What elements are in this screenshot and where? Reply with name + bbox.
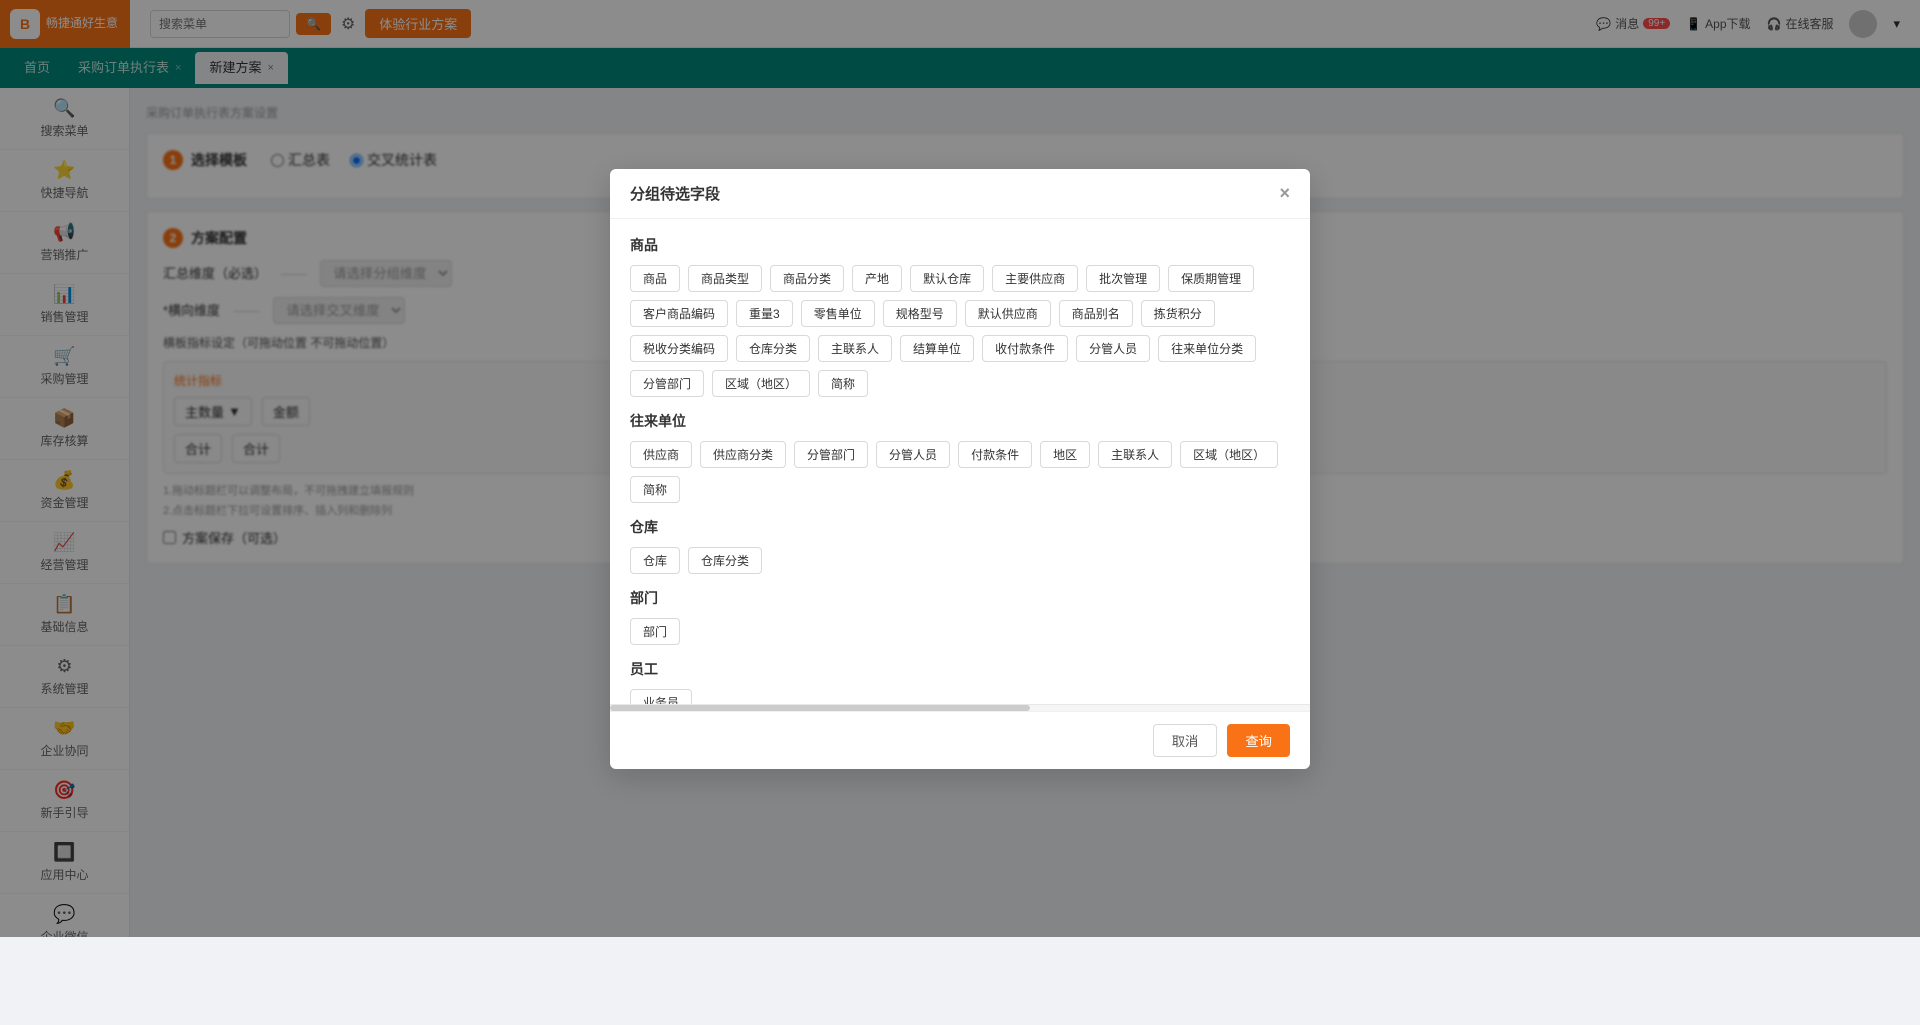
field-tag[interactable]: 商品类型 [688, 265, 762, 292]
field-tags-4: 业务员 [630, 689, 1290, 705]
field-tag[interactable]: 默认供应商 [965, 300, 1051, 327]
field-tag[interactable]: 分管部门 [794, 441, 868, 468]
field-tag[interactable]: 批次管理 [1086, 265, 1160, 292]
field-tag[interactable]: 规格型号 [883, 300, 957, 327]
horizontal-scrollbar-thumb [610, 705, 1030, 710]
confirm-button[interactable]: 查询 [1227, 724, 1290, 757]
field-group-title: 员工 [630, 659, 1290, 679]
field-tag[interactable]: 拣货积分 [1141, 300, 1215, 327]
field-group-title: 往来单位 [630, 411, 1290, 431]
field-tag[interactable]: 税收分类编码 [630, 335, 728, 362]
field-tag[interactable]: 收付款条件 [982, 335, 1068, 362]
field-tag[interactable]: 简称 [630, 476, 680, 503]
field-tag[interactable]: 往来单位分类 [1158, 335, 1256, 362]
modal-footer: 取消 查询 [610, 711, 1310, 769]
field-tag[interactable]: 商品 [630, 265, 680, 292]
field-tag[interactable]: 仓库分类 [688, 547, 762, 574]
field-tag[interactable]: 商品分类 [770, 265, 844, 292]
field-group-title: 部门 [630, 588, 1290, 608]
modal-header: 分组待选字段 × [610, 169, 1310, 219]
field-tags-0: 商品商品类型商品分类产地默认仓库主要供应商批次管理保质期管理客户商品编码重量3 零… [630, 265, 1290, 397]
field-tag[interactable]: 地区 [1040, 441, 1090, 468]
modal-overlay: 分组待选字段 × 商品商品商品类型商品分类产地默认仓库主要供应商批次管理保质期管… [0, 0, 1920, 937]
field-selection-modal: 分组待选字段 × 商品商品商品类型商品分类产地默认仓库主要供应商批次管理保质期管… [610, 169, 1310, 769]
field-tag[interactable]: 默认仓库 [910, 265, 984, 292]
field-tag[interactable]: 供应商分类 [700, 441, 786, 468]
field-tag[interactable]: 区域（地区） [1180, 441, 1278, 468]
field-tag[interactable]: 仓库分类 [736, 335, 810, 362]
field-tag[interactable]: 分管部门 [630, 370, 704, 397]
field-tag[interactable]: 保质期管理 [1168, 265, 1254, 292]
field-tags-2: 仓库仓库分类 [630, 547, 1290, 574]
field-tag[interactable]: 客户商品编码 [630, 300, 728, 327]
field-tag[interactable]: 供应商 [630, 441, 692, 468]
field-tag[interactable]: 分管人员 [1076, 335, 1150, 362]
modal-body: 商品商品商品类型商品分类产地默认仓库主要供应商批次管理保质期管理客户商品编码重量… [610, 219, 1310, 705]
field-tag[interactable]: 主要供应商 [992, 265, 1078, 292]
field-tag[interactable]: 部门 [630, 618, 680, 645]
field-tag[interactable]: 产地 [852, 265, 902, 292]
field-tag[interactable]: 业务员 [630, 689, 692, 705]
field-tags-1: 供应商供应商分类分管部门分管人员付款条件地区主联系人区域（地区） 简称 [630, 441, 1290, 503]
field-tag[interactable]: 分管人员 [876, 441, 950, 468]
field-tags-3: 部门 [630, 618, 1290, 645]
modal-horizontal-scrollbar[interactable] [610, 704, 1310, 710]
field-tag[interactable]: 重量3 [736, 300, 793, 327]
field-tag[interactable]: 结算单位 [900, 335, 974, 362]
field-tag[interactable]: 简称 [818, 370, 868, 397]
field-tag[interactable]: 付款条件 [958, 441, 1032, 468]
field-tag[interactable]: 主联系人 [818, 335, 892, 362]
field-tag[interactable]: 仓库 [630, 547, 680, 574]
modal-title: 分组待选字段 [630, 183, 720, 204]
field-tag[interactable]: 区域（地区） [712, 370, 810, 397]
cancel-button[interactable]: 取消 [1153, 724, 1218, 757]
field-tag[interactable]: 零售单位 [801, 300, 875, 327]
field-group-title: 仓库 [630, 517, 1290, 537]
modal-close-button[interactable]: × [1279, 183, 1290, 204]
field-tag[interactable]: 商品别名 [1059, 300, 1133, 327]
field-tag[interactable]: 主联系人 [1098, 441, 1172, 468]
field-group-title: 商品 [630, 235, 1290, 255]
